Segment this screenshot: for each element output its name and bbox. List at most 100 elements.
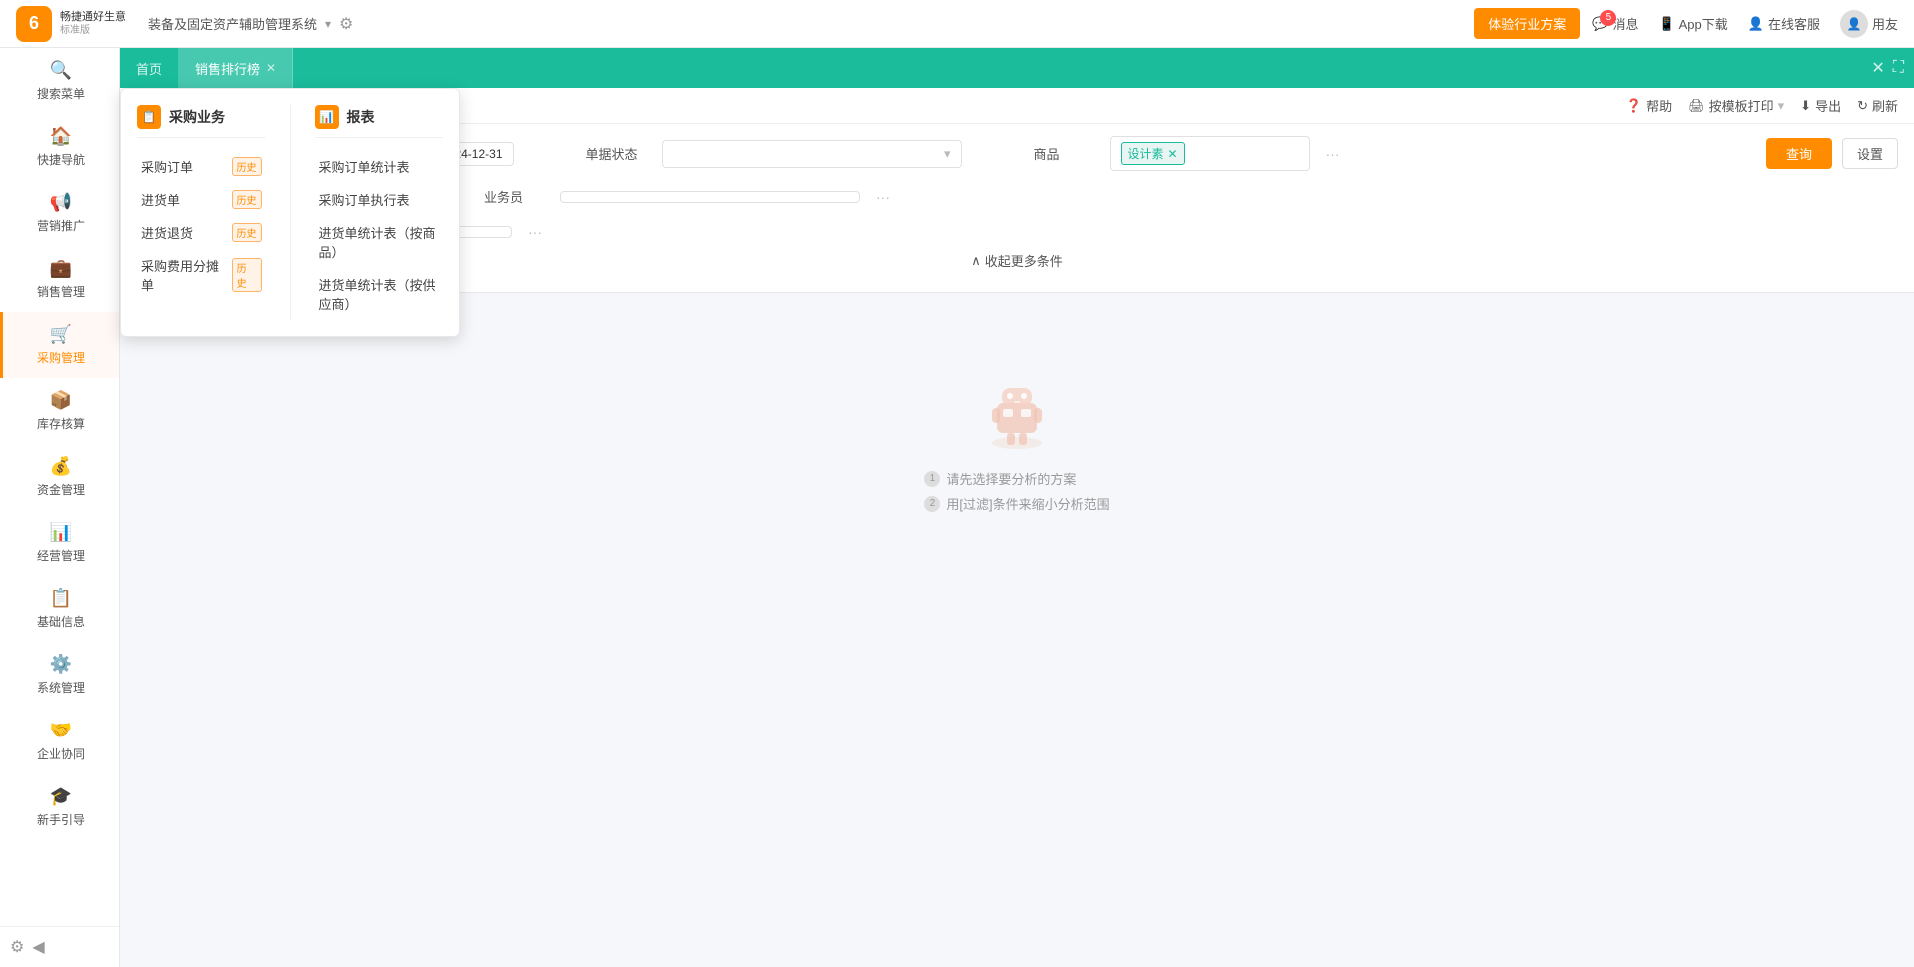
settings-icon[interactable]: ⚙: [339, 14, 353, 34]
menu-item-purchase-order-exec-label: 采购订单执行表: [319, 190, 410, 209]
help-btn[interactable]: ❓ 帮助: [1626, 96, 1672, 115]
sidebar-item-operation[interactable]: 📊 经营管理: [0, 510, 119, 576]
sidebar-item-sales[interactable]: 💼 销售管理: [0, 246, 119, 312]
online-service-item[interactable]: 👤 在线客服: [1748, 14, 1820, 33]
menu-section-report-title: 报表: [347, 107, 375, 127]
user-item[interactable]: 👤 用友: [1840, 10, 1898, 38]
service-icon: 👤: [1748, 16, 1764, 32]
goods-label: 商品: [1034, 144, 1094, 163]
bill-status-select[interactable]: ▾: [662, 140, 962, 168]
sales-icon: 💼: [50, 258, 72, 279]
history-tag-2: 历史: [232, 190, 262, 209]
refresh-btn[interactable]: ↻ 刷新: [1857, 96, 1898, 115]
menu-item-purchase-order-label: 采购订单: [141, 157, 193, 176]
template-print-label: 按模板打印: [1709, 96, 1774, 115]
empty-tip-2: 2 用[过滤]条件来缩小分析范围: [924, 494, 1109, 513]
collapse-label: 收起更多条件: [985, 251, 1063, 270]
sidebar-item-search[interactable]: 🔍 搜索菜单: [0, 48, 119, 114]
phone-icon: 📱: [1658, 16, 1674, 32]
sidebar-item-guide[interactable]: 🎓 新手引导: [0, 774, 119, 840]
sidebar-item-inventory[interactable]: 📦 库存核算: [0, 378, 119, 444]
sidebar-item-basic[interactable]: 📋 基础信息: [0, 576, 119, 642]
sidebar-label-guide: 新手引导: [37, 811, 85, 828]
guide-icon: 🎓: [50, 786, 72, 807]
menu-item-return-label: 进货退货: [141, 223, 193, 242]
sidebar-collapse-icon[interactable]: ◀: [32, 937, 44, 957]
purchase-icon: 🛒: [50, 324, 72, 345]
message-item[interactable]: 💬 5 消息: [1592, 14, 1638, 33]
system-name-text: 装备及固定资产辅助管理系统: [148, 14, 317, 33]
bill-status-arrow: ▾: [944, 146, 951, 162]
customer-more-icon[interactable]: ···: [528, 224, 542, 240]
tip-text-1: 请先选择要分析的方案: [946, 469, 1076, 488]
menu-section-purchase-icon: 📋: [137, 105, 161, 129]
sidebar-label-enterprise: 企业协同: [37, 745, 85, 762]
tab-sales-ranking[interactable]: 销售排行榜 ✕: [179, 48, 293, 88]
inventory-icon: 📦: [50, 390, 72, 411]
logo-line1: 畅捷通好生意: [60, 10, 126, 24]
system-dropdown-icon[interactable]: ▾: [325, 17, 331, 31]
sidebar-item-purchase[interactable]: 🛒 采购管理: [0, 312, 119, 378]
menu-section-purchase: 📋 采购业务 采购订单 历史 进货单 历史 进货退货 历史 采购费用分摊单 历史: [137, 105, 266, 320]
menu-item-purchase-order-exec[interactable]: 采购订单执行表: [315, 183, 444, 216]
bill-status-label: 单据状态: [586, 144, 646, 163]
header-right: 💬 5 消息 📱 App下载 👤 在线客服 👤 用友: [1592, 10, 1898, 38]
history-tag-1: 历史: [232, 157, 262, 176]
collapse-icon: ∧: [971, 253, 981, 269]
goods-tag: 设计素 ✕: [1121, 142, 1185, 165]
enterprise-icon: 🤝: [50, 720, 72, 741]
basic-icon: 📋: [50, 588, 72, 609]
menu-item-purchase-order[interactable]: 采购订单 历史: [137, 150, 266, 183]
history-tag-3: 历史: [232, 223, 262, 242]
menu-item-return[interactable]: 进货退货 历史: [137, 216, 266, 249]
goods-more-icon[interactable]: ···: [1326, 146, 1340, 162]
tab-window-close-icon[interactable]: ✕: [1871, 58, 1884, 78]
sidebar-item-finance[interactable]: 💰 资金管理: [0, 444, 119, 510]
help-icon: ❓: [1626, 98, 1642, 114]
sidebar-label-search: 搜索菜单: [37, 85, 85, 102]
refresh-label: 刷新: [1872, 96, 1898, 115]
sidebar-item-marketing[interactable]: 📢 营销推广: [0, 180, 119, 246]
sidebar-item-enterprise[interactable]: 🤝 企业协同: [0, 708, 119, 774]
menu-item-expense[interactable]: 采购费用分摊单 历史: [137, 249, 266, 301]
salesperson-more-icon[interactable]: ···: [876, 189, 890, 205]
empty-tip-1: 1 请先选择要分析的方案: [924, 469, 1109, 488]
message-label: 消息: [1612, 14, 1638, 33]
sidebar-item-system[interactable]: ⚙️ 系统管理: [0, 642, 119, 708]
salesperson-select[interactable]: [560, 191, 860, 203]
menu-section-report: 📊 报表 采购订单统计表 采购订单执行表 进货单统计表（按商品） 进货单统计表（…: [315, 105, 444, 320]
sidebar-bottom: ⚙ ◀: [0, 926, 119, 967]
tab-bar: 首页 销售排行榜 ✕ ✕ ⛶: [120, 48, 1914, 88]
marketing-icon: 📢: [50, 192, 72, 213]
sidebar-label-system: 系统管理: [37, 679, 85, 696]
purchase-dropdown-menu: 📋 采购业务 采购订单 历史 进货单 历史 进货退货 历史 采购费用分摊单 历史…: [120, 88, 460, 337]
template-print-btn[interactable]: 🖨 按模板打印 ▾: [1688, 96, 1784, 115]
menu-item-incoming-stats-supplier[interactable]: 进货单统计表（按供应商）: [315, 268, 444, 320]
message-icon-wrap: 💬 5: [1592, 16, 1608, 32]
sidebar-item-shortcut[interactable]: 🏠 快捷导航: [0, 114, 119, 180]
goods-input[interactable]: 设计素 ✕: [1110, 136, 1310, 171]
menu-item-purchase-order-stats-label: 采购订单统计表: [319, 157, 410, 176]
filter-actions: 查询 设置: [1766, 138, 1898, 169]
app-download-item[interactable]: 📱 App下载: [1658, 14, 1727, 33]
menu-item-incoming-stats-goods[interactable]: 进货单统计表（按商品）: [315, 216, 444, 268]
menu-item-incoming[interactable]: 进货单 历史: [137, 183, 266, 216]
goods-tag-close[interactable]: ✕: [1168, 147, 1178, 161]
industry-btn[interactable]: 体验行业方案: [1474, 8, 1580, 39]
user-avatar: 👤: [1840, 10, 1868, 38]
sidebar-label-shortcut: 快捷导航: [37, 151, 85, 168]
sidebar-label-operation: 经营管理: [37, 547, 85, 564]
history-tag-4: 历史: [232, 258, 262, 292]
sidebar-label-marketing: 营销推广: [37, 217, 85, 234]
settings-btn[interactable]: 设置: [1842, 138, 1898, 169]
query-btn[interactable]: 查询: [1766, 138, 1832, 169]
tab-home[interactable]: 首页: [120, 48, 179, 88]
empty-robot-illustration: [977, 373, 1057, 453]
tab-expand-icon[interactable]: ⛶: [1893, 59, 1904, 77]
export-btn[interactable]: ⬇ 导出: [1800, 96, 1841, 115]
message-badge: 5: [1600, 10, 1616, 26]
search-icon: 🔍: [50, 60, 72, 81]
sidebar-settings-icon[interactable]: ⚙: [10, 937, 24, 957]
tab-close-icon[interactable]: ✕: [266, 61, 276, 75]
menu-item-purchase-order-stats[interactable]: 采购订单统计表: [315, 150, 444, 183]
